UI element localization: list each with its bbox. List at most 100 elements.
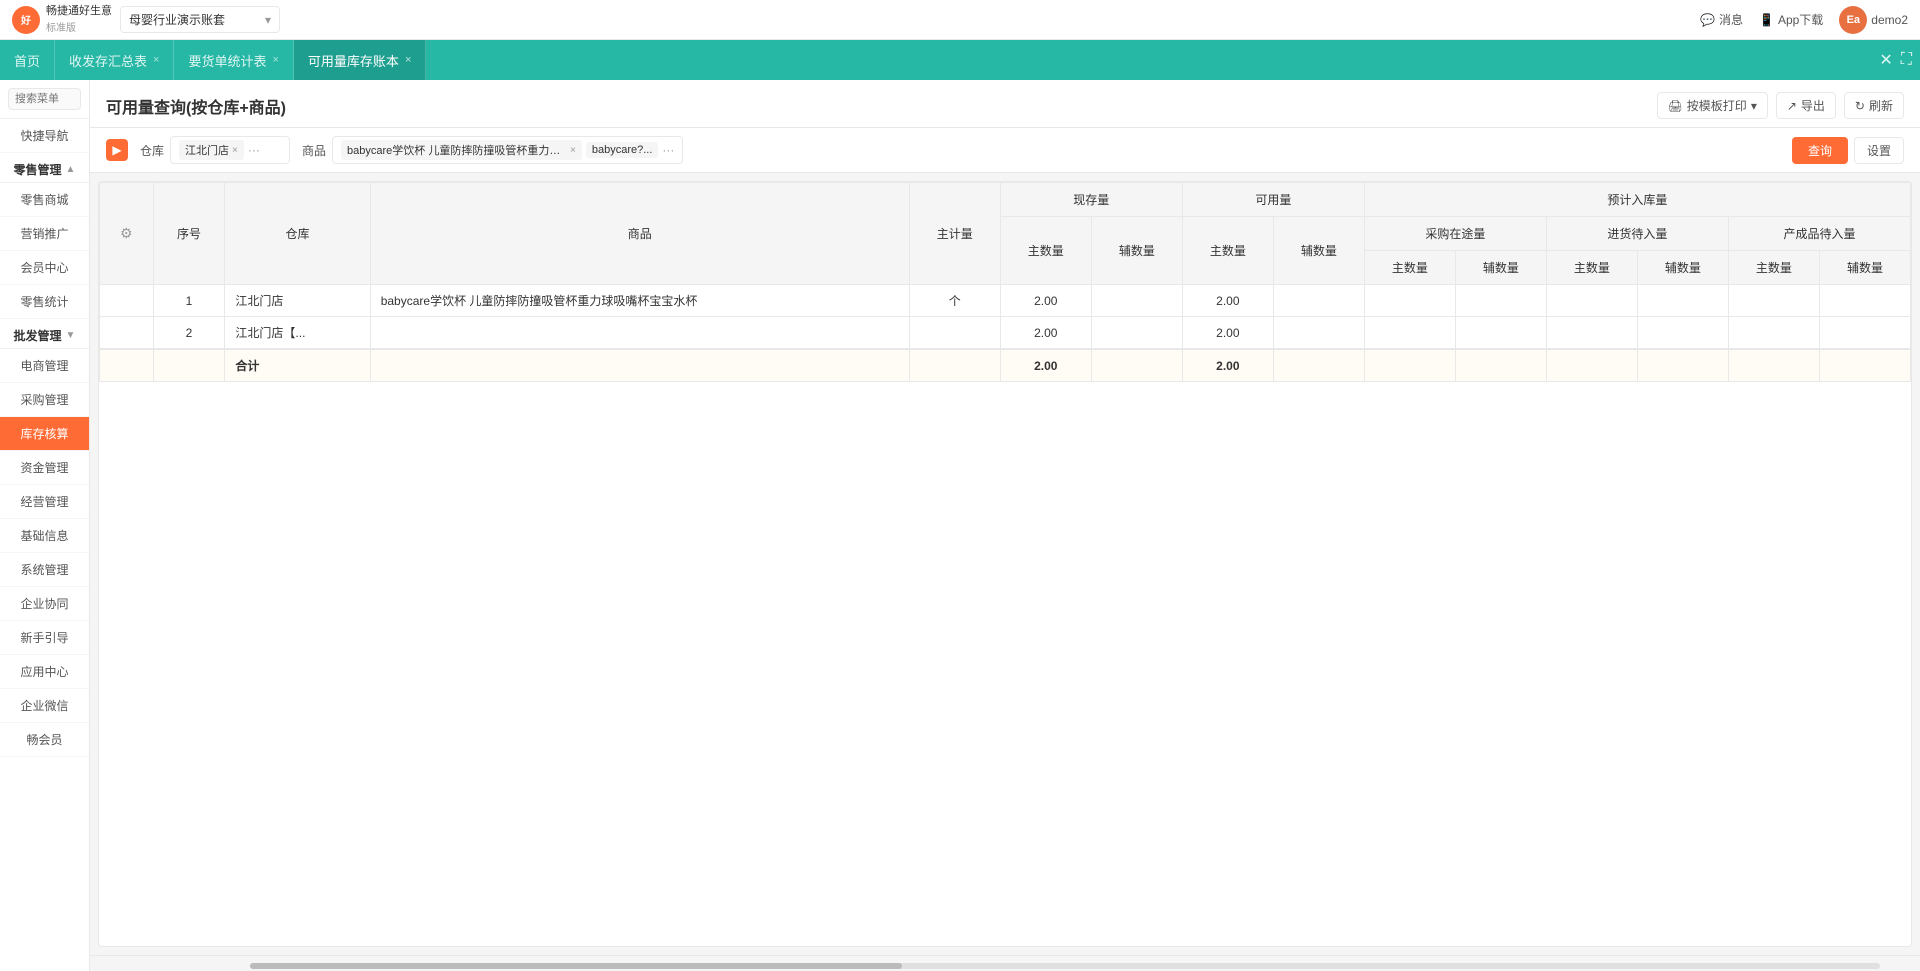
footer-prod-main: [1728, 349, 1819, 382]
tab-inventory[interactable]: 可用量库存账本 ×: [294, 40, 426, 80]
th-planned-inbound: 预计入库量: [1364, 183, 1910, 217]
download-btn[interactable]: 📱 App下载: [1759, 11, 1823, 28]
user-btn[interactable]: Ea demo2: [1839, 6, 1908, 34]
sidebar-item-retail-mall-label: 零售商城: [20, 193, 68, 207]
username: demo2: [1871, 13, 1908, 27]
sidebar-item-vip[interactable]: 畅会员: [0, 723, 89, 757]
tab-goods[interactable]: 要货单统计表 ×: [174, 40, 293, 80]
chevron-down-icon: ▾: [1751, 99, 1757, 113]
tab-receive-close[interactable]: ×: [153, 54, 159, 66]
sidebar-item-base[interactable]: 基础信息: [0, 519, 89, 553]
cell-empty: [100, 285, 154, 317]
company-name: 母婴行业演示账套: [129, 11, 225, 28]
tab-goods-close[interactable]: ×: [272, 54, 278, 66]
logo-text-block: 畅捷通好生意 标准版: [46, 5, 112, 33]
tab-receive[interactable]: 收发存汇总表 ×: [55, 40, 174, 80]
page-title: 可用量查询(按仓库+商品): [106, 94, 286, 118]
top-bar-left: 好 畅捷通好生意 标准版 母婴行业演示账套 ▾: [12, 5, 280, 33]
th-current-stock: 现存量: [1000, 183, 1182, 217]
sidebar-item-inventory[interactable]: 库存核算: [0, 417, 89, 451]
sidebar-item-retail-mall[interactable]: 零售商城: [0, 183, 89, 217]
company-selector[interactable]: 母婴行业演示账套 ▾: [120, 6, 280, 33]
tab-receive-label: 收发存汇总表: [69, 51, 147, 70]
download-icon: 📱: [1759, 13, 1774, 27]
cell-prod-main: [1728, 285, 1819, 317]
sidebar-item-retail-stat-label: 零售统计: [20, 295, 68, 309]
export-btn[interactable]: ↗ 导出: [1776, 92, 1836, 119]
template-print-label: 按模板打印: [1687, 97, 1747, 114]
tab-inventory-label: 可用量库存账本: [308, 51, 399, 70]
sidebar-search-input[interactable]: [8, 88, 81, 110]
th-purchase-transit: 采购在途量: [1364, 217, 1546, 251]
warehouse-input[interactable]: 江北门店 × ···: [170, 136, 290, 164]
sidebar-item-app-center[interactable]: 应用中心: [0, 655, 89, 689]
product-input[interactable]: babycare学饮杯 儿童防摔防撞吸管杯重力球吸嘴杯宝宝水杯 × babyca…: [332, 136, 683, 164]
logo-sub: 标准版: [46, 19, 112, 34]
setting-btn[interactable]: 设置: [1854, 137, 1904, 164]
tab-actions: ✕ ⛶: [1871, 50, 1920, 70]
tab-home[interactable]: 首页: [0, 40, 55, 80]
content-area: 可用量查询(按仓库+商品) 🖨 按模板打印 ▾ ↗ 导出 ↻ 刷新 ▶: [90, 80, 1920, 971]
tab-close-all-icon[interactable]: ✕: [1879, 50, 1892, 70]
sidebar-item-retail-stat[interactable]: 零售统计: [0, 285, 89, 319]
sidebar-item-purchase[interactable]: 采购管理: [0, 383, 89, 417]
sidebar-group-retail[interactable]: 零售管理 ▲: [0, 153, 89, 183]
settings-icon[interactable]: ⚙: [120, 225, 133, 241]
cell-inbound-aux: [1637, 285, 1728, 317]
chevron-down-icon: ▾: [265, 13, 271, 27]
sidebar-item-newbie[interactable]: 新手引导: [0, 621, 89, 655]
sidebar-item-enterprise[interactable]: 企业协同: [0, 587, 89, 621]
sidebar-item-wechat[interactable]: 企业微信: [0, 689, 89, 723]
product-more-btn[interactable]: ···: [662, 143, 674, 157]
header-actions: 🖨 按模板打印 ▾ ↗ 导出 ↻ 刷新: [1657, 92, 1904, 119]
sidebar-group-wholesale[interactable]: 批发管理 ▼: [0, 319, 89, 349]
sidebar-item-newbie-label: 新手引导: [20, 631, 68, 645]
scrollbar-thumb[interactable]: [250, 963, 902, 969]
footer-purchase-aux: [1455, 349, 1546, 382]
cell-prod-aux: [1819, 285, 1910, 317]
footer-prod-aux: [1819, 349, 1910, 382]
avatar: Ea: [1839, 6, 1867, 34]
th-product: 商品: [370, 183, 909, 285]
template-print-btn[interactable]: 🖨 按模板打印 ▾: [1657, 92, 1768, 119]
sidebar-item-system[interactable]: 系统管理: [0, 553, 89, 587]
product-tag-remove[interactable]: ×: [570, 145, 576, 156]
cell-avail-aux: [1273, 317, 1364, 350]
filter-expand-btn[interactable]: ▶: [106, 139, 128, 161]
cell-warehouse: 江北门店【...: [225, 317, 370, 350]
th-avail-aux: 辅数量: [1273, 217, 1364, 285]
tab-expand-icon[interactable]: ⛶: [1901, 51, 1912, 69]
cell-purchase-main: [1364, 317, 1455, 350]
sidebar-item-member[interactable]: 会员中心: [0, 251, 89, 285]
table-footer-row: 合计 2.00 2.00: [100, 349, 1911, 382]
cell-purchase-aux: [1455, 285, 1546, 317]
sidebar-item-ecommerce[interactable]: 电商管理: [0, 349, 89, 383]
page-header: 可用量查询(按仓库+商品) 🖨 按模板打印 ▾ ↗ 导出 ↻ 刷新: [90, 80, 1920, 128]
tab-goods-label: 要货单统计表: [188, 51, 266, 70]
sidebar-item-marketing-label: 营销推广: [20, 227, 68, 241]
th-inbound-pending: 进货待入量: [1546, 217, 1728, 251]
th-available: 可用量: [1182, 183, 1364, 217]
footer-inbound-aux: [1637, 349, 1728, 382]
sidebar-item-quick-nav[interactable]: 快捷导航: [0, 119, 89, 153]
sidebar-item-operations[interactable]: 经营管理: [0, 485, 89, 519]
chevron-up-icon: ▲: [66, 164, 76, 175]
sidebar-item-marketing[interactable]: 营销推广: [0, 217, 89, 251]
tab-inventory-close[interactable]: ×: [405, 54, 411, 66]
sidebar-item-wechat-label: 企业微信: [20, 699, 68, 713]
query-btn[interactable]: 查询: [1792, 137, 1848, 164]
horizontal-scrollbar[interactable]: [90, 955, 1920, 971]
footer-avail-main: 2.00: [1182, 349, 1273, 382]
message-btn[interactable]: 💬 消息: [1700, 11, 1743, 28]
cell-prod-main: [1728, 317, 1819, 350]
top-bar: 好 畅捷通好生意 标准版 母婴行业演示账套 ▾ 💬 消息 📱 App下载 Ea …: [0, 0, 1920, 40]
warehouse-more[interactable]: ···: [248, 143, 260, 157]
message-icon: 💬: [1700, 13, 1715, 27]
refresh-btn[interactable]: ↻ 刷新: [1844, 92, 1904, 119]
refresh-label: 刷新: [1869, 97, 1893, 114]
scrollbar-track: [250, 963, 1880, 969]
warehouse-tag-remove[interactable]: ×: [232, 145, 238, 156]
footer-product-cell: [370, 349, 909, 382]
main-layout: 快捷导航 零售管理 ▲ 零售商城 营销推广 会员中心 零售统计 批发管理 ▼ 电…: [0, 80, 1920, 971]
sidebar-item-finance[interactable]: 资金管理: [0, 451, 89, 485]
